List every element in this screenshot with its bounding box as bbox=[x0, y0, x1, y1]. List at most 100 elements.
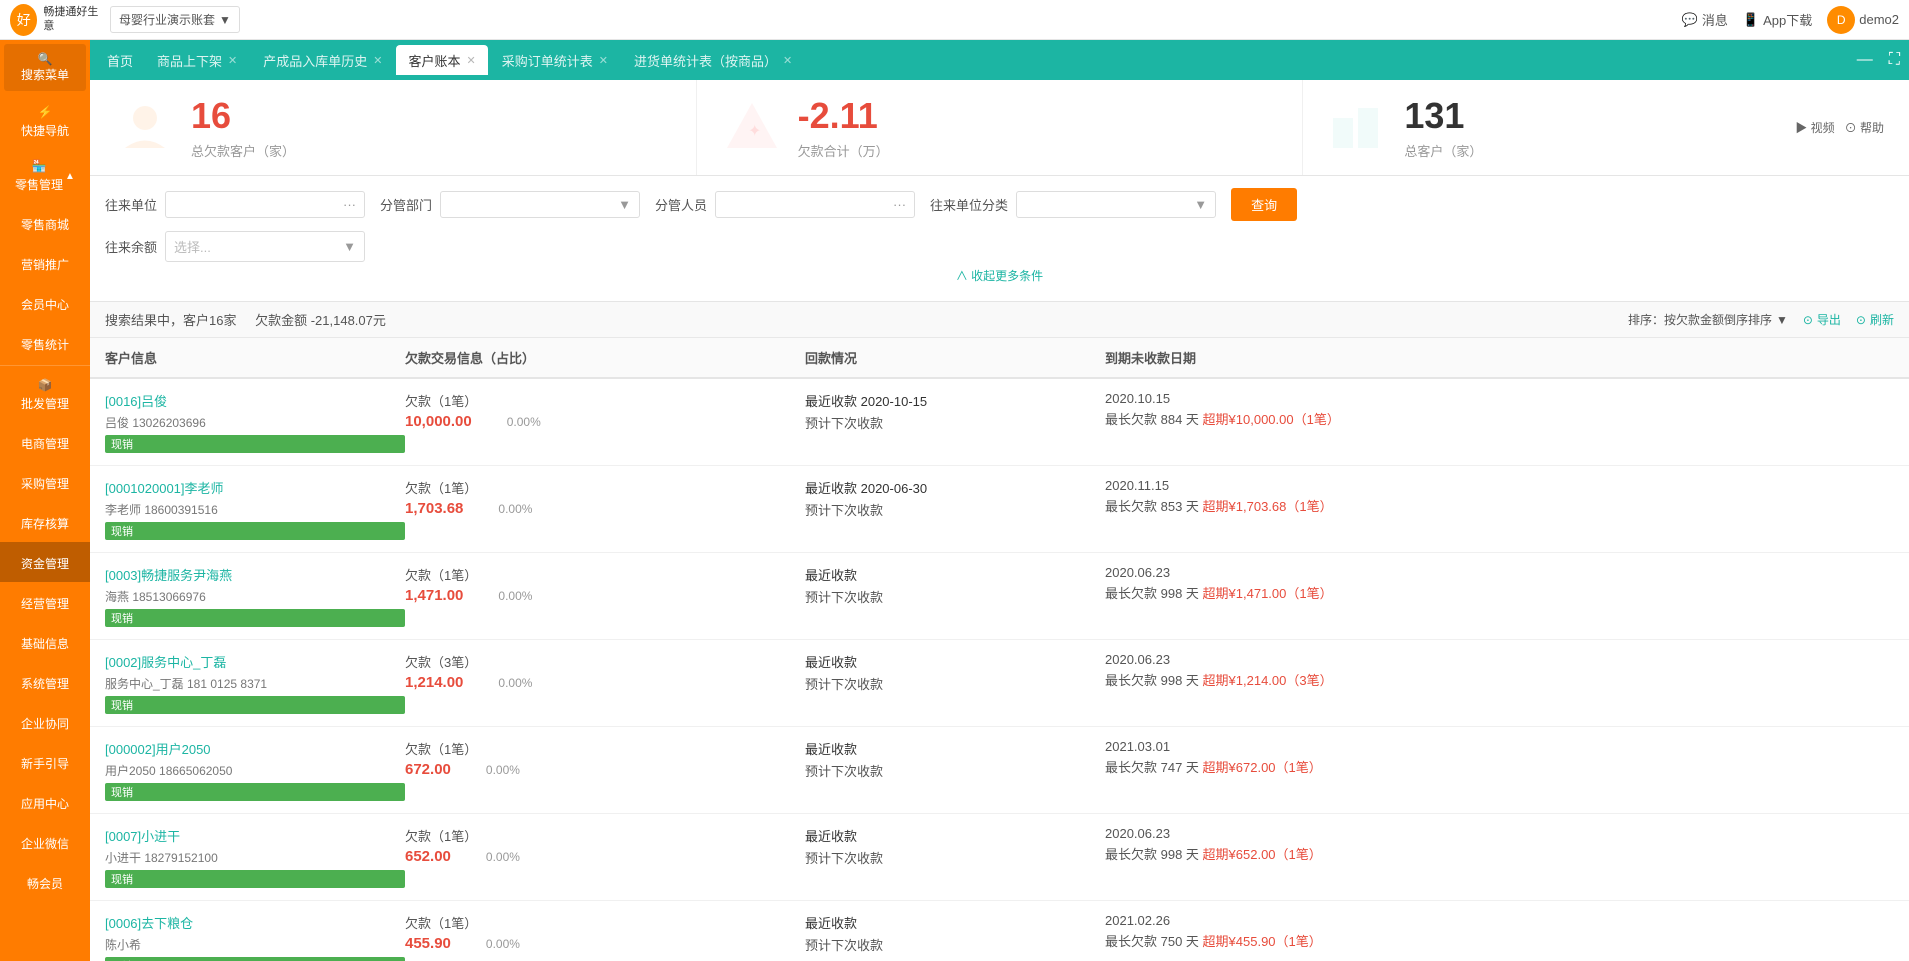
collapse-btn[interactable]: ∧ 收起更多条件 bbox=[105, 262, 1894, 289]
tab-product-shelf-close[interactable]: ✕ bbox=[228, 54, 237, 67]
message-btn[interactable]: 💬 消息 bbox=[1682, 10, 1728, 29]
refresh-label: 刷新 bbox=[1870, 311, 1894, 328]
tab-purchase-stats[interactable]: 进货单统计表（按商品） ✕ bbox=[622, 45, 804, 75]
balance-select[interactable]: 选择... ▼ bbox=[165, 231, 365, 262]
tab-purchase-order-close[interactable]: ✕ bbox=[599, 54, 608, 67]
tab-product-history-close[interactable]: ✕ bbox=[373, 54, 382, 67]
table-row: [0016]吕俊 吕俊 13026203696 现销 欠款（1笔） 10,000… bbox=[90, 379, 1909, 466]
export-button[interactable]: ⊙ 导出 bbox=[1803, 311, 1841, 328]
sidebar-item-nav[interactable]: ⚡ 快捷导航 bbox=[0, 95, 90, 149]
overdue-amount-4[interactable]: 超期¥672.00（1笔） bbox=[1203, 760, 1322, 775]
sidebar-item-member-plus[interactable]: 畅会员 bbox=[0, 862, 90, 902]
source-unit-input[interactable]: ··· bbox=[165, 191, 365, 218]
due-date-1: 2020.11.15 bbox=[1105, 478, 1894, 493]
manager-input[interactable]: ··· bbox=[715, 191, 915, 218]
customer-tag-4: 现销 bbox=[105, 783, 405, 801]
customer-info-6: [0006]去下粮仓 陈小希 现销 bbox=[105, 913, 405, 961]
tab-purchase-order-label: 采购订单统计表 bbox=[502, 51, 593, 70]
tab-customer-account-close[interactable]: ✕ bbox=[467, 54, 476, 67]
sidebar-item-enterprise[interactable]: 企业协同 bbox=[0, 702, 90, 742]
inventory-label: 库存核算 bbox=[5, 515, 85, 532]
sidebar-item-ecommerce[interactable]: 电商管理 bbox=[0, 422, 90, 462]
customer-tag-6: 现销 bbox=[105, 957, 405, 961]
tab-customer-account[interactable]: 客户账本 ✕ bbox=[396, 45, 487, 75]
debt-info-4: 欠款（1笔） 672.00 0.00% bbox=[405, 739, 805, 778]
customer-name-0[interactable]: [0016]吕俊 bbox=[105, 391, 405, 410]
sidebar-item-basic-info[interactable]: 基础信息 bbox=[0, 622, 90, 662]
customer-tag-0: 现销 bbox=[105, 435, 405, 453]
chevron-up-icon: ∧ bbox=[956, 269, 968, 283]
due-info-0: 2020.10.15 最长欠款 884 天 超期¥10,000.00（1笔） bbox=[1105, 391, 1894, 428]
customer-name-6[interactable]: [0006]去下粮仓 bbox=[105, 913, 405, 932]
store-selector[interactable]: 母婴行业演示账套 ▼ bbox=[110, 6, 240, 33]
result-bar: 搜索结果中，客户16家 欠款金额 -21,148.07元 排序：按欠款金额倒序排… bbox=[90, 302, 1909, 338]
sidebar: 🔍 搜索菜单 ⚡ 快捷导航 🏪 零售管理 ▲ 零售商城 营销推广 会 bbox=[0, 40, 90, 961]
view-video-btn[interactable]: ▶ 视频 bbox=[1795, 119, 1834, 136]
help-btn[interactable]: ⊙ 帮助 bbox=[1845, 119, 1884, 136]
sidebar-item-retail-mgmt[interactable]: 🏪 零售管理 ▲ bbox=[0, 149, 90, 203]
sidebar-item-finance[interactable]: 资金管理 bbox=[0, 542, 90, 582]
tab-expand-btn[interactable]: ⛶ bbox=[1885, 47, 1904, 73]
customer-name-5[interactable]: [0007]小进干 bbox=[105, 826, 405, 845]
sidebar-item-retail-store[interactable]: 零售商城 bbox=[0, 203, 90, 243]
sidebar-item-enterprise-wechat[interactable]: 企业微信 bbox=[0, 822, 90, 862]
tab-collapse-btn[interactable]: — bbox=[1853, 47, 1877, 73]
customer-name-1[interactable]: [0001020001]李老师 bbox=[105, 478, 405, 497]
nav-icon: ⚡ bbox=[5, 105, 85, 119]
retail-stats-label: 零售统计 bbox=[5, 336, 85, 353]
app-download-btn[interactable]: 📱 App下载 bbox=[1743, 10, 1812, 29]
user-profile[interactable]: D demo2 bbox=[1827, 6, 1899, 34]
overdue-amount-1[interactable]: 超期¥1,703.68（1笔） bbox=[1203, 499, 1333, 514]
sidebar-item-batch-mgmt[interactable]: 📦 批发管理 bbox=[0, 368, 90, 422]
debt-amount-0: 10,000.00 bbox=[405, 413, 472, 430]
sidebar-item-system[interactable]: 系统管理 bbox=[0, 662, 90, 702]
debt-info-3: 欠款（3笔） 1,214.00 0.00% bbox=[405, 652, 805, 691]
tab-purchase-stats-close[interactable]: ✕ bbox=[783, 54, 792, 67]
newbie-label: 新手引导 bbox=[5, 755, 85, 772]
sort-icon: ▼ bbox=[1776, 313, 1788, 327]
tab-home[interactable]: 首页 bbox=[95, 45, 145, 75]
customer-tag-1: 现销 bbox=[105, 522, 405, 540]
tab-product-shelf[interactable]: 商品上下架 ✕ bbox=[145, 45, 249, 75]
debt-percent-2: 0.00% bbox=[498, 589, 532, 603]
recovery-info-5: 最近收款 预计下次收款 bbox=[805, 826, 1105, 867]
sidebar-item-marketing[interactable]: 营销推广 bbox=[0, 243, 90, 283]
search-button[interactable]: 查询 bbox=[1231, 188, 1297, 221]
tab-customer-account-label: 客户账本 bbox=[408, 51, 460, 70]
overdue-amount-5[interactable]: 超期¥652.00（1笔） bbox=[1203, 847, 1322, 862]
refresh-button[interactable]: ⊙ 刷新 bbox=[1856, 311, 1894, 328]
overdue-amount-3[interactable]: 超期¥1,214.00（3笔） bbox=[1203, 673, 1333, 688]
dept-select[interactable]: ▼ bbox=[440, 191, 640, 218]
sidebar-item-retail-stats[interactable]: 零售统计 bbox=[0, 323, 90, 363]
debt-row-5: 652.00 0.00% bbox=[405, 848, 805, 865]
sidebar-item-app-center[interactable]: 应用中心 bbox=[0, 782, 90, 822]
sidebar-item-operations[interactable]: 经营管理 bbox=[0, 582, 90, 622]
customer-tag-3: 现销 bbox=[105, 696, 405, 714]
sidebar-item-members[interactable]: 会员中心 bbox=[0, 283, 90, 323]
unit-category-select[interactable]: ▼ bbox=[1016, 191, 1216, 218]
sidebar-item-purchase-mgmt[interactable]: 采购管理 bbox=[0, 462, 90, 502]
sidebar-search[interactable]: 🔍 搜索菜单 bbox=[4, 44, 86, 91]
overdue-amount-0[interactable]: 超期¥10,000.00（1笔） bbox=[1203, 412, 1340, 427]
retail-mgmt-label: 零售管理 bbox=[15, 176, 63, 193]
sort-button[interactable]: 排序：按欠款金额倒序排序 ▼ bbox=[1628, 311, 1788, 328]
tab-purchase-stats-label: 进货单统计表（按商品） bbox=[634, 51, 777, 70]
batch-mgmt-icon: 📦 bbox=[5, 378, 85, 392]
overdue-amount-6[interactable]: 超期¥455.90（1笔） bbox=[1203, 934, 1322, 949]
customer-name-3[interactable]: [0002]服务中心_丁磊 bbox=[105, 652, 405, 671]
sidebar-item-inventory[interactable]: 库存核算 bbox=[0, 502, 90, 542]
summary-card-total-customers: 131 总客户（家） ▶ 视频 ⊙ 帮助 bbox=[1303, 80, 1909, 175]
overdue-amount-2[interactable]: 超期¥1,471.00（1笔） bbox=[1203, 586, 1333, 601]
customer-name-2[interactable]: [0003]畅捷服务尹海燕 bbox=[105, 565, 405, 584]
tab-product-history[interactable]: 产成品入库单历史 ✕ bbox=[251, 45, 394, 75]
customer-info-1: [0001020001]李老师 李老师 18600391516 现销 bbox=[105, 478, 405, 540]
customer-info-4: [000002]用户2050 用户2050 18665062050 现销 bbox=[105, 739, 405, 801]
table-row: [0001020001]李老师 李老师 18600391516 现销 欠款（1笔… bbox=[90, 466, 1909, 553]
tab-purchase-order[interactable]: 采购订单统计表 ✕ bbox=[490, 45, 620, 75]
result-actions: 排序：按欠款金额倒序排序 ▼ ⊙ 导出 ⊙ 刷新 bbox=[1628, 311, 1894, 328]
debt-amount-label: 欠款合计（万） bbox=[798, 141, 889, 160]
debt-customers-label: 总欠款客户（家） bbox=[191, 141, 295, 160]
sidebar-item-newbie[interactable]: 新手引导 bbox=[0, 742, 90, 782]
customer-name-4[interactable]: [000002]用户2050 bbox=[105, 739, 405, 758]
debt-row-3: 1,214.00 0.00% bbox=[405, 674, 805, 691]
